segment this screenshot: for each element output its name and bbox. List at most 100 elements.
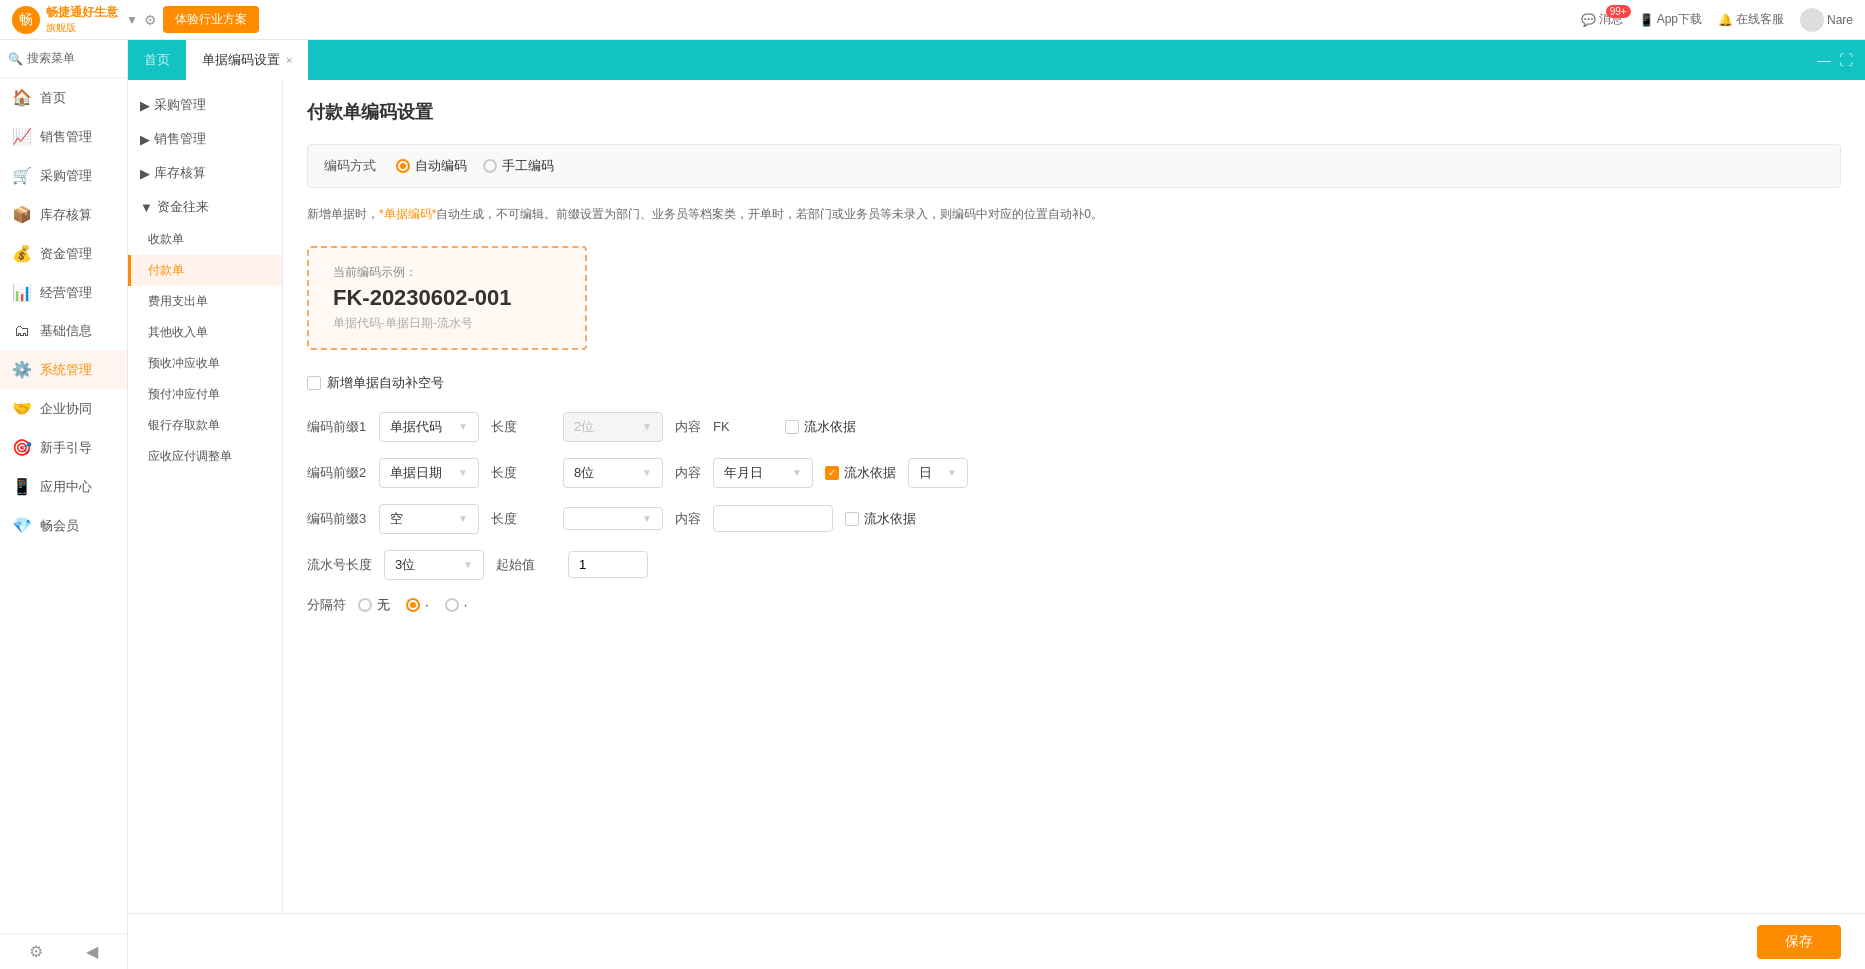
sales-icon: 📈 [12,127,32,146]
appstore-icon: 📱 [12,477,32,496]
length3-select[interactable]: ▼ [563,507,663,530]
sidebar-item-appstore[interactable]: 📱 应用中心 [0,467,127,506]
page-content: ▶ 采购管理 ▶ 销售管理 ▶ 库存核算 [128,80,1865,913]
length2-label: 长度 [491,464,551,482]
top-bar-controls: ▼ ⚙ 体验行业方案 [126,6,259,33]
sidebar-item-purchase[interactable]: 🛒 采购管理 [0,156,127,195]
content-area: 首页 单据编码设置 × — ⛶ ▶ 采购管理 [128,40,1865,969]
content3-label: 内容 [675,510,701,528]
app-logo: 畅 畅捷通好生意 旗舰版 [12,4,118,35]
sidebar-item-home[interactable]: 🏠 首页 [0,78,127,117]
content1-label: 内容 [675,418,701,436]
chevron-down-icon-p3: ▼ [458,513,468,524]
sidebar-item-basic-info[interactable]: 🗂 基础信息 [0,312,127,350]
chevron-down-icon-p1: ▼ [458,421,468,432]
sidebar-bottom: ⚙ ◀ [0,933,127,969]
sidebar-item-inventory[interactable]: 📦 库存核算 [0,195,127,234]
separator-dot1[interactable]: · [406,597,429,612]
chevron-down-icon-l2: ▼ [642,467,652,478]
service-icon: 🔔 [1718,13,1733,27]
sidebar-collapse-button[interactable]: ◀ [86,942,98,961]
online-service-button[interactable]: 🔔 在线客服 [1718,11,1784,28]
top-bar-left: 畅 畅捷通好生意 旗舰版 ▼ ⚙ 体验行业方案 [12,4,259,35]
separator-row: 分隔符 无 · · [307,596,1841,614]
settings-icon[interactable]: ⚙ [144,12,157,28]
code-preview-value: FK-20230602-001 [333,285,561,311]
prefix2-select[interactable]: 单据日期 ▼ [379,458,479,488]
chevron-down-icon-u2: ▼ [947,467,957,478]
left-nav-group-purchase: ▶ 采购管理 [128,88,282,122]
content3-input[interactable] [713,505,833,532]
left-nav-other-income[interactable]: 其他收入单 [128,317,282,348]
sidebar-item-operation[interactable]: 📊 经营管理 [0,273,127,312]
serial1-label: 流水依据 [804,418,856,436]
serial-length-select[interactable]: 3位 ▼ [384,550,484,580]
serial2-unit-select[interactable]: 日 ▼ [908,458,968,488]
left-nav-prepay-offset[interactable]: 预收冲应收单 [128,348,282,379]
left-nav-panel: ▶ 采购管理 ▶ 销售管理 ▶ 库存核算 [128,80,283,913]
sidebar: 🔍 搜索菜单 🏠 首页 📈 销售管理 🛒 采购管理 📦 库存核算 💰 [0,40,128,969]
tab-encoding-settings[interactable]: 单据编码设置 × [186,40,308,80]
manual-code-radio[interactable]: 手工编码 [483,157,554,175]
message-button[interactable]: 💬 消息 99+ [1581,11,1623,28]
finance-icon: 💰 [12,244,32,263]
start-value-input[interactable] [568,551,648,578]
left-nav-capital[interactable]: ▼ 资金往来 [128,190,282,224]
left-nav-purchase[interactable]: ▶ 采购管理 [128,88,282,122]
save-button[interactable]: 保存 [1757,925,1841,959]
tab-close-icon[interactable]: × [286,54,292,66]
sidebar-item-sales[interactable]: 📈 销售管理 [0,117,127,156]
length1-label: 长度 [491,418,551,436]
tab-bar: 首页 单据编码设置 × — ⛶ [128,40,1865,80]
prefix3-label: 编码前缀3 [307,510,367,528]
top-bar-right: 💬 消息 99+ 📱 App下载 🔔 在线客服 Nare [1581,8,1853,32]
tab-minimize-icon[interactable]: — [1817,52,1831,68]
prefix3-select[interactable]: 空 ▼ [379,504,479,534]
separator-none[interactable]: 无 [358,596,390,614]
length3-label: 长度 [491,510,551,528]
left-nav-bank[interactable]: 银行存取款单 [128,410,282,441]
left-nav-payment[interactable]: 付款单 [128,255,282,286]
purchase-icon: 🛒 [12,166,32,185]
sidebar-search[interactable]: 🔍 搜索菜单 [0,40,127,78]
prefix1-select[interactable]: 单据代码 ▼ [379,412,479,442]
encoding-method-label: 编码方式 [324,157,376,175]
auto-fill-checkbox[interactable] [307,376,321,390]
auto-code-radio[interactable]: 自动编码 [396,157,467,175]
serial3-checkbox[interactable] [845,512,859,526]
download-icon: 📱 [1639,13,1654,27]
content2-select[interactable]: 年月日 ▼ [713,458,813,488]
start-value-label: 起始值 [496,556,556,574]
sidebar-item-system[interactable]: ⚙️ 系统管理 [0,350,127,389]
separator-options: 无 · · [358,596,467,614]
left-nav-receipt[interactable]: 收款单 [128,224,282,255]
left-nav-group-inventory: ▶ 库存核算 [128,156,282,190]
nav-arrow[interactable]: ▼ [126,13,138,27]
sidebar-item-cooperation[interactable]: 🤝 企业协同 [0,389,127,428]
length2-select[interactable]: 8位 ▼ [563,458,663,488]
tab-maximize-icon[interactable]: ⛶ [1839,52,1853,68]
prefix-row-3: 编码前缀3 空 ▼ 长度 ▼ 内容 流水依据 [307,504,1841,534]
left-nav-ar-ap-adjust[interactable]: 应收应付调整单 [128,441,282,472]
serial2-checkbox[interactable]: ✓ [825,466,839,480]
left-nav-inventory[interactable]: ▶ 库存核算 [128,156,282,190]
sidebar-item-guide[interactable]: 🎯 新手引导 [0,428,127,467]
chevron-down-icon-p2: ▼ [458,467,468,478]
separator-dot2[interactable]: · [445,597,468,612]
sidebar-item-finance[interactable]: 💰 资金管理 [0,234,127,273]
message-icon: 💬 [1581,13,1596,27]
experience-button[interactable]: 体验行业方案 [163,6,259,33]
encoding-method-section: 编码方式 自动编码 手工编码 [307,144,1841,188]
user-profile[interactable]: Nare [1800,8,1853,32]
code-preview-desc: 单据代码-单据日期-流水号 [333,315,561,332]
app-download-button[interactable]: 📱 App下载 [1639,11,1702,28]
left-nav-expense[interactable]: 费用支出单 [128,286,282,317]
left-nav-advance-offset[interactable]: 预付冲应付单 [128,379,282,410]
serial-length-label: 流水号长度 [307,556,372,574]
tab-home[interactable]: 首页 [128,40,186,80]
sidebar-item-member[interactable]: 💎 畅会员 [0,506,127,545]
cooperation-icon: 🤝 [12,399,32,418]
left-nav-sales[interactable]: ▶ 销售管理 [128,122,282,156]
sidebar-settings-button[interactable]: ⚙ [29,942,43,961]
serial1-checkbox[interactable] [785,420,799,434]
